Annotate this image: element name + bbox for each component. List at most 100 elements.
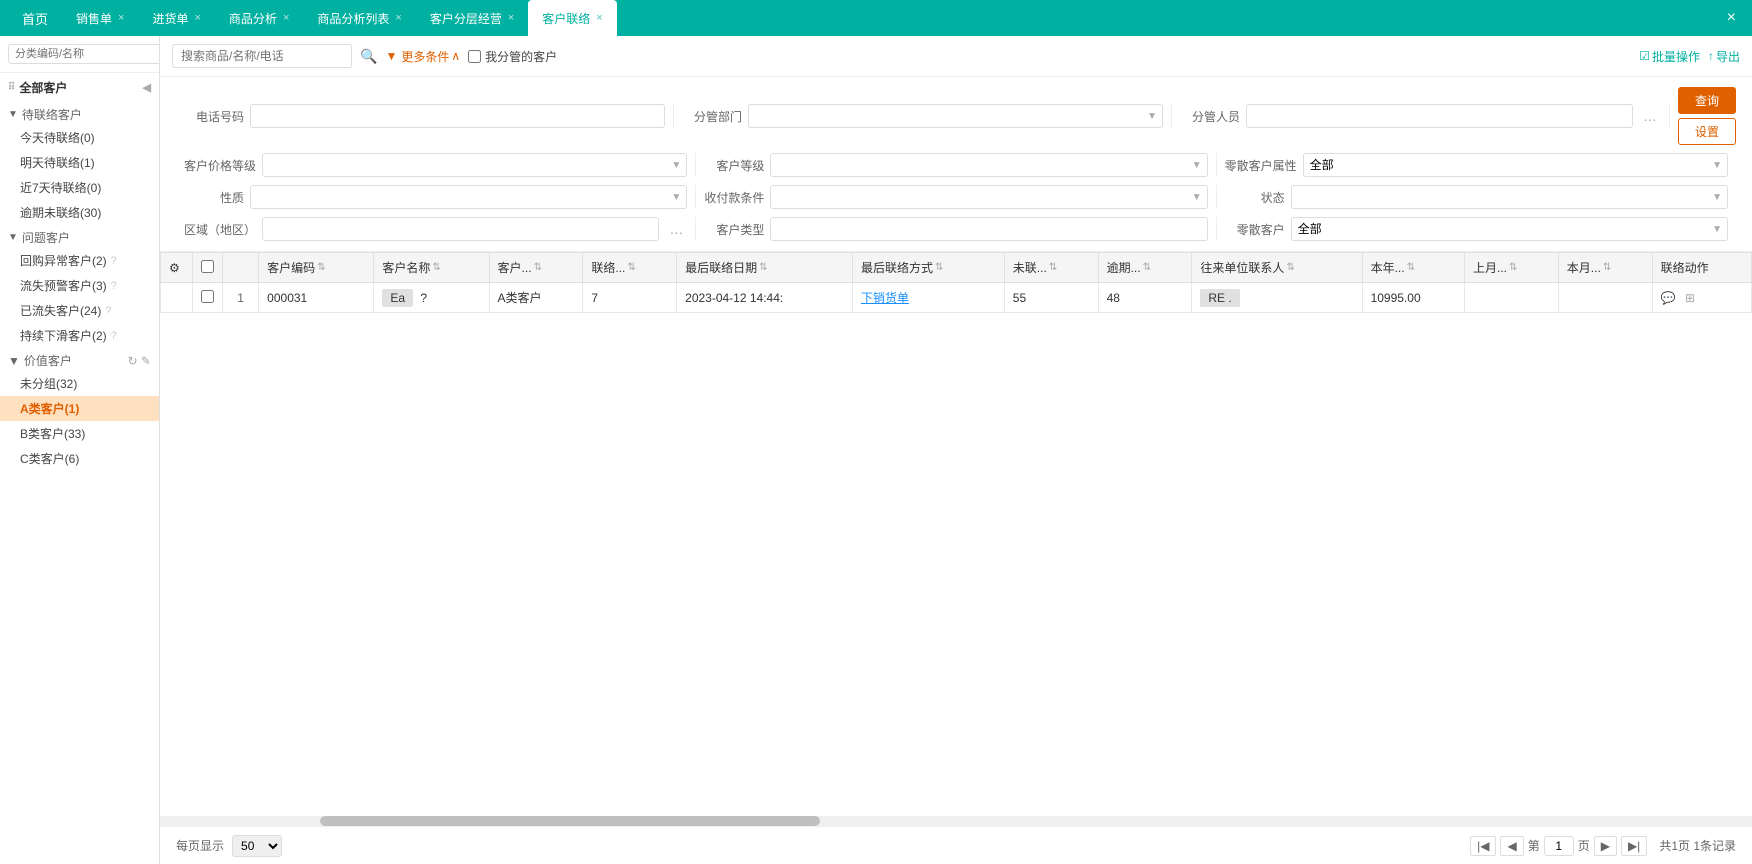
prev-page-btn[interactable]: ◀ [1500, 836, 1523, 856]
nav-tab-product-list[interactable]: 商品分析列表 × [303, 0, 415, 36]
th-this-year[interactable]: 本年... ⇅ [1362, 253, 1464, 283]
query-button[interactable]: 查询 [1678, 87, 1736, 114]
nav-tab-sales[interactable]: 销售单 × [62, 0, 138, 36]
close-contact-tab[interactable]: × [596, 12, 602, 24]
sidebar-item-class-a[interactable]: A类客户(1) [0, 396, 159, 421]
th-overdue[interactable]: 逾期... ⇅ [1098, 253, 1192, 283]
page-size-select[interactable]: 50 [232, 835, 282, 857]
retail-customer-select[interactable]: 全部 [1291, 217, 1728, 241]
main-search-button[interactable]: 🔍 [360, 48, 377, 65]
th-action[interactable]: 联络动作 [1652, 253, 1751, 283]
scroll-track[interactable] [160, 816, 1752, 826]
th-unit-contact[interactable]: 往来单位联系人 ⇅ [1192, 253, 1362, 283]
problem-customers-group[interactable]: ▼ 问题客户 [0, 225, 159, 248]
unit-contact-tag: RE . [1200, 289, 1239, 307]
scroll-thumb[interactable] [320, 816, 820, 826]
main-layout: 🔍 ⠿ 全部客户 ◀ ▼ 待联络客户 今天待联络(0) 明天待联络(1) 近7天… [0, 36, 1752, 864]
sidebar-item-today[interactable]: 今天待联络(0) [0, 125, 159, 150]
batch-action-btn[interactable]: ☑ 批量操作 [1639, 48, 1700, 65]
category-search-input[interactable] [8, 44, 160, 64]
sidebar-item-overdue[interactable]: 逾期未联络(30) [0, 200, 159, 225]
close-purchase-tab[interactable]: × [194, 12, 200, 24]
person-input[interactable] [1246, 104, 1633, 128]
th-check[interactable] [193, 253, 223, 283]
close-segment-tab[interactable]: × [508, 12, 514, 24]
all-customers-header[interactable]: ⠿ 全部客户 ◀ [0, 73, 159, 102]
region-input[interactable] [262, 217, 659, 241]
phone-label: 电话号码 [184, 108, 244, 125]
sort-date-icon: ⇅ [759, 262, 767, 273]
th-gear[interactable]: ⚙ [161, 253, 193, 283]
th-last-method[interactable]: 最后联络方式 ⇅ [852, 253, 1004, 283]
customer-grade-select[interactable] [770, 153, 1207, 177]
row-check[interactable] [193, 283, 223, 313]
region-dots[interactable]: … [665, 221, 687, 237]
sidebar-item-class-c[interactable]: C类客户(6) [0, 446, 159, 471]
th-this-month[interactable]: 本月... ⇅ [1558, 253, 1652, 283]
sidebar-item-churned[interactable]: 已流失客户(24) ? [0, 298, 159, 323]
last-page-btn[interactable]: ▶| [1621, 836, 1647, 856]
my-customers-filter[interactable]: 我分管的客户 [468, 48, 557, 65]
row-last-method[interactable]: 下销货单 [852, 283, 1004, 313]
page-number-input[interactable] [1544, 836, 1574, 856]
status-select[interactable] [1291, 185, 1728, 209]
sidebar-item-declining[interactable]: 持续下滑客户(2) ? [0, 323, 159, 348]
th-contact[interactable]: 联络... ⇅ [583, 253, 677, 283]
row-checkbox[interactable] [201, 290, 214, 303]
nav-home[interactable]: 首页 [8, 0, 62, 36]
dept-select[interactable] [748, 104, 1163, 128]
select-all-checkbox[interactable] [201, 260, 214, 273]
row-action[interactable]: 💬 ⊞ [1652, 283, 1751, 313]
nav-tab-product-analysis[interactable]: 商品分析 × [215, 0, 303, 36]
person-dots[interactable]: … [1639, 108, 1661, 124]
close-all-tabs[interactable]: × [1719, 9, 1744, 27]
filter-row-3: 性质 ▼ 收付款条件 ▼ 状态 [176, 185, 1736, 209]
nature-select[interactable] [250, 185, 687, 209]
value-customers-group[interactable]: ▼ 价值客户 ↻ ✎ [0, 348, 159, 371]
price-grade-label: 客户价格等级 [184, 157, 256, 174]
nature-wrap: ▼ [250, 185, 687, 209]
th-last-month[interactable]: 上月... ⇅ [1465, 253, 1559, 283]
sidebar-item-unclassified[interactable]: 未分组(32) [0, 371, 159, 396]
sidebar-item-7days[interactable]: 近7天待联络(0) [0, 175, 159, 200]
sidebar-item-churn-warning[interactable]: 流失预警客户(3) ? [0, 273, 159, 298]
price-grade-select[interactable] [262, 153, 687, 177]
table-header-row: ⚙ 客户编码 ⇅ [161, 253, 1752, 283]
sidebar-item-repurchase[interactable]: 回购异常客户(2) ? [0, 248, 159, 273]
th-type[interactable]: 客户... ⇅ [489, 253, 583, 283]
next-page-btn[interactable]: ▶ [1594, 836, 1617, 856]
th-code[interactable]: 客户编码 ⇅ [259, 253, 374, 283]
first-page-btn[interactable]: |◀ [1470, 836, 1496, 856]
close-sales-tab[interactable]: × [118, 12, 124, 24]
action-icon-1[interactable]: 💬 [1661, 291, 1676, 305]
close-list-tab[interactable]: × [395, 12, 401, 24]
retail-attr-select[interactable]: 全部 [1303, 153, 1728, 177]
phone-input[interactable] [250, 104, 665, 128]
export-btn[interactable]: ↑ 导出 [1708, 48, 1740, 65]
gear-icon[interactable]: ⚙ [169, 261, 180, 275]
nav-tab-customer-contact[interactable]: 客户联络 × [528, 0, 616, 36]
filter-customer-type: 客户类型 [696, 217, 1216, 241]
th-no-contact[interactable]: 未联... ⇅ [1004, 253, 1098, 283]
sidebar-item-class-b[interactable]: B类客户(33) [0, 421, 159, 446]
arrow-icon-2: ▼ [8, 232, 18, 243]
th-last-date[interactable]: 最后联络日期 ⇅ [677, 253, 853, 283]
pending-contact-group[interactable]: ▼ 待联络客户 [0, 102, 159, 125]
last-method-link[interactable]: 下销货单 [861, 291, 909, 305]
close-analysis-tab[interactable]: × [283, 12, 289, 24]
main-search-input[interactable] [172, 44, 352, 68]
status-label: 状态 [1225, 189, 1285, 206]
my-customers-checkbox[interactable] [468, 50, 481, 63]
nav-tab-customer-segment[interactable]: 客户分层经营 × [416, 0, 528, 36]
th-name[interactable]: 客户名称 ⇅ [374, 253, 489, 283]
filter-person: 分管人员 … [1172, 104, 1670, 128]
more-conditions-btn[interactable]: ▼ 更多条件 ∧ [385, 48, 460, 65]
customer-type-input[interactable] [770, 217, 1207, 241]
dots-icon: ⠿ [8, 82, 15, 93]
action-icon-2[interactable]: ⊞ [1685, 291, 1695, 305]
settings-button[interactable]: 设置 [1678, 118, 1736, 145]
region-label: 区域（地区） [184, 221, 256, 238]
sidebar-item-tomorrow[interactable]: 明天待联络(1) [0, 150, 159, 175]
pay-cond-select[interactable] [770, 185, 1207, 209]
nav-tab-purchase[interactable]: 进货单 × [138, 0, 214, 36]
